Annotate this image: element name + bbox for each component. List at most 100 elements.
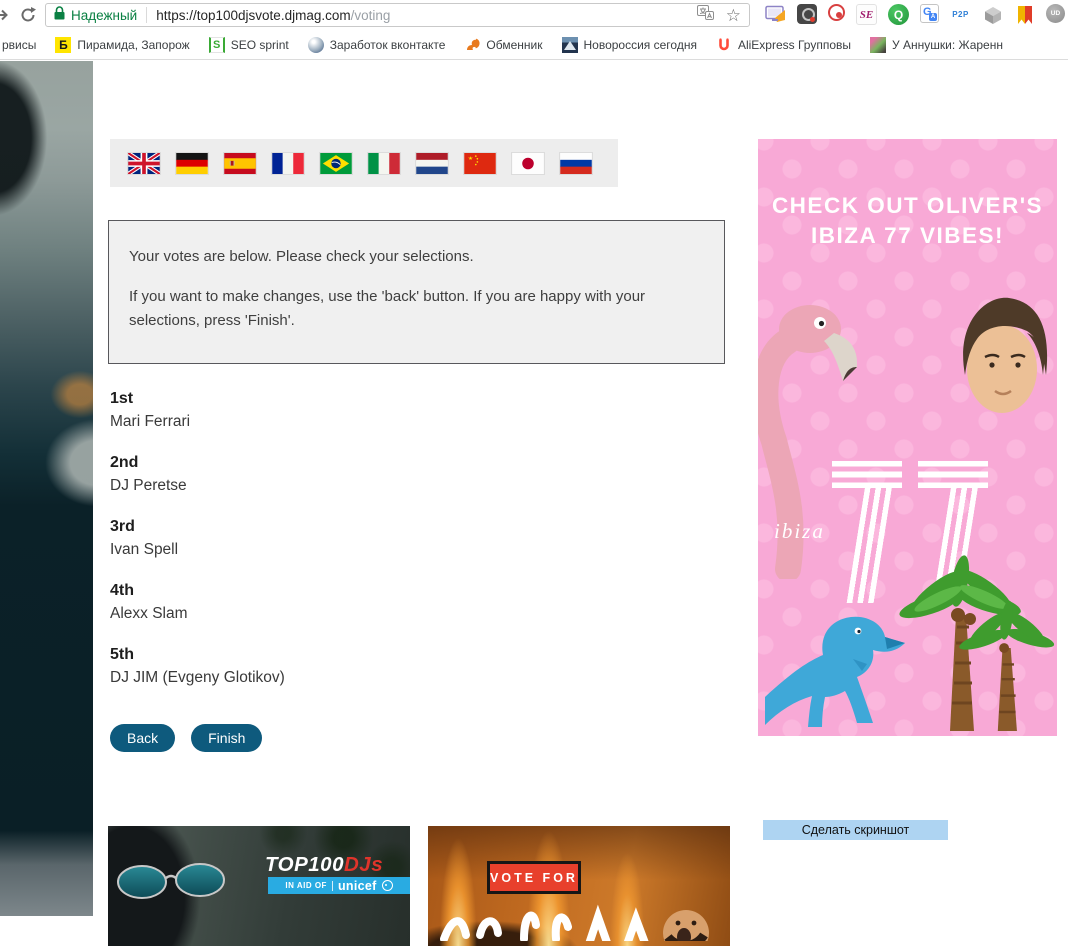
bookmarks-bar: рвисы Б Пирамида, Запорож S SEO sprint З…	[0, 30, 1068, 60]
bookmark-item-piramida[interactable]: Б Пирамида, Запорож	[55, 36, 190, 53]
bookmark-label: Пирамида, Запорож	[77, 37, 190, 52]
address-bar[interactable]: Надежный https://top100djsvote.djmag.com…	[45, 3, 750, 27]
dj-face-illustration	[947, 291, 1055, 428]
seosprint-favicon: S	[208, 36, 225, 53]
ibiza-77-ad[interactable]: CHECK OUT OLIVER'S IBIZA 77 VIBES! ibiza	[758, 139, 1057, 736]
bookmark-item-obmennik[interactable]: Обменник	[464, 37, 543, 53]
flag-spain-icon[interactable]	[224, 152, 256, 174]
forward-icon[interactable]	[0, 7, 10, 28]
bookmark-label: Заработок вконтакте	[329, 37, 446, 52]
pyramid-favicon: Б	[55, 36, 72, 53]
translate-page-icon[interactable]	[696, 5, 714, 25]
vote-name: DJ Peretse	[110, 477, 187, 494]
vote-item-2: 2nd DJ Peretse	[110, 452, 530, 497]
bookmark-star-icon[interactable]: ☆	[726, 7, 741, 24]
vote-name: Alexx Slam	[110, 605, 188, 622]
flag-brazil-icon[interactable]	[320, 152, 352, 174]
unicef-logo-icon	[381, 880, 393, 891]
background-photo	[0, 61, 93, 916]
back-button[interactable]: Back	[110, 724, 176, 752]
browser-toolbar: Надежный https://top100djsvote.djmag.com…	[0, 0, 1068, 30]
url-path: /voting	[350, 7, 391, 23]
top100djs-logo: TOP100DJs	[265, 853, 383, 877]
top100djs-banner[interactable]: TOP100DJs IN AID OF unicef	[108, 826, 410, 946]
bookmark-item-services[interactable]: рвисы	[2, 38, 36, 52]
vote-list: 1st Mari Ferrari 2nd DJ Peretse 3rd Ivan…	[110, 388, 530, 708]
finish-button[interactable]: Finish	[191, 724, 263, 752]
bookmark-item-seosprint[interactable]: S SEO sprint	[208, 36, 289, 53]
palm-trees-illustration	[892, 553, 1057, 736]
vote-item-5: 5th DJ JIM (Evgeny Glotikov)	[110, 644, 530, 689]
red-badge-extension-icon[interactable]	[828, 4, 845, 21]
ad-title: CHECK OUT OLIVER'S IBIZA 77 VIBES!	[758, 191, 1057, 251]
unicef-bar: IN AID OF unicef	[268, 877, 410, 894]
vote-name: Mari Ferrari	[110, 413, 191, 430]
lightshot-extension-icon[interactable]	[765, 4, 786, 25]
vote-name: Ivan Spell	[110, 541, 179, 558]
bookmark-label: Новороссия сегодня	[583, 37, 697, 52]
omnibox-divider	[146, 7, 148, 23]
ad-title-line-2: IBIZA 77 VIBES!	[811, 223, 1004, 248]
vote-item-3: 3rd Ivan Spell	[110, 516, 530, 561]
unicef-label: unicef	[337, 878, 377, 893]
script-lettering-illustration	[428, 826, 730, 946]
bookmark-label: SEO sprint	[230, 37, 289, 52]
bookmark-flag-extension-icon[interactable]	[1014, 4, 1035, 25]
seoquake-extension-icon[interactable]: SE	[856, 4, 877, 25]
url-host: https://top100djsvote.djmag.com	[156, 7, 351, 23]
vote-position: 5th	[110, 646, 134, 663]
aliexpress-favicon	[715, 36, 732, 53]
extensions-row: SE Q GA P2P UD	[765, 4, 1065, 25]
page-content: Your votes are below. Please check your …	[0, 61, 1068, 946]
green-q-extension-icon[interactable]: Q	[888, 4, 909, 25]
form-buttons: Back Finish	[110, 724, 263, 752]
vote-position: 3rd	[110, 518, 135, 535]
logo-djs: DJs	[343, 853, 384, 876]
flag-germany-icon[interactable]	[176, 152, 208, 174]
flag-russia-icon[interactable]	[560, 152, 592, 174]
ud-extension-icon[interactable]: UD	[1046, 4, 1065, 23]
bookmark-item-annushka[interactable]: У Аннушки: Жаренн	[870, 36, 1003, 53]
bookmark-label: У Аннушки: Жаренн	[892, 37, 1003, 52]
vote-for-banner[interactable]: VOTE FOR	[428, 826, 730, 946]
flag-italy-icon[interactable]	[368, 152, 400, 174]
bookmark-item-aliexpress[interactable]: AliExpress Групповы	[715, 36, 852, 53]
vote-item-4: 4th Alexx Slam	[110, 580, 530, 625]
bookmark-item-novorossiya[interactable]: Новороссия сегодня	[561, 36, 697, 53]
vote-position: 2nd	[110, 454, 139, 471]
vote-name: DJ JIM (Evgeny Glotikov)	[110, 669, 285, 686]
flag-uk-icon[interactable]	[128, 152, 160, 174]
logo-top100: TOP100	[265, 853, 344, 876]
bookmark-label: AliExpress Групповы	[737, 37, 852, 52]
votes-notice-box: Your votes are below. Please check your …	[108, 220, 725, 364]
p2p-extension-icon[interactable]: P2P	[950, 4, 971, 25]
unicef-divider	[331, 880, 333, 891]
globe-favicon	[307, 36, 324, 53]
squirrel-favicon	[464, 37, 480, 53]
camera-extension-icon[interactable]	[797, 4, 817, 24]
secure-lock-icon	[54, 5, 65, 25]
cube-extension-icon[interactable]	[982, 4, 1003, 25]
flag-china-icon[interactable]	[464, 152, 496, 174]
ad-title-line-1: CHECK OUT OLIVER'S	[771, 193, 1044, 218]
in-aid-of-label: IN AID OF	[285, 881, 327, 890]
sunglasses-illustration	[114, 856, 234, 911]
notice-line-1: Your votes are below. Please check your …	[129, 248, 474, 265]
photo-favicon	[870, 36, 887, 53]
bookmark-item-zarabotok[interactable]: Заработок вконтакте	[307, 36, 446, 53]
vote-item-1: 1st Mari Ferrari	[110, 388, 530, 433]
vote-position: 1st	[110, 390, 134, 407]
flag-japan-icon[interactable]	[512, 152, 544, 174]
vote-position: 4th	[110, 582, 134, 599]
flag-netherlands-icon[interactable]	[416, 152, 448, 174]
mountain-favicon	[561, 36, 578, 53]
translate-extension-icon[interactable]: GA	[920, 4, 939, 23]
bookmark-label: Обменник	[486, 37, 543, 52]
secure-label: Надежный	[71, 7, 138, 23]
ibiza-script-text: ibiza	[774, 519, 825, 543]
language-flags-bar	[110, 139, 618, 187]
flag-france-icon[interactable]	[272, 152, 304, 174]
notice-line-2: If you want to make changes, use the 'ba…	[129, 288, 646, 329]
reload-icon[interactable]	[19, 6, 37, 29]
take-screenshot-button[interactable]: Сделать скриншот	[763, 820, 948, 840]
